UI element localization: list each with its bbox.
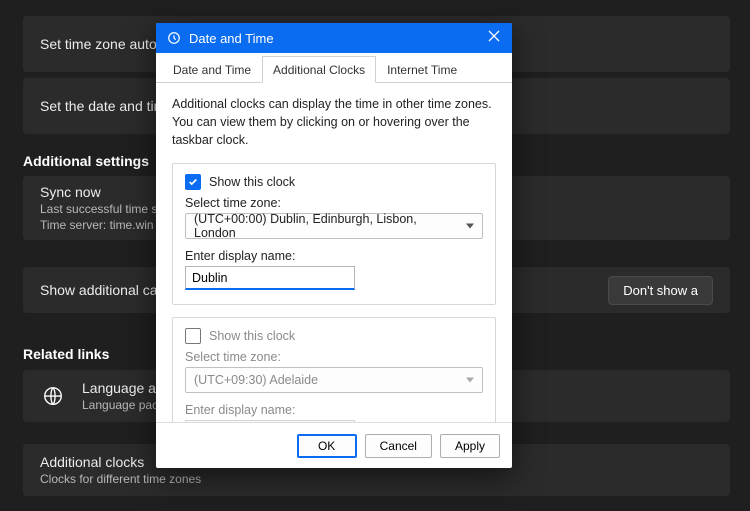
select-value: (UTC+09:30) Adelaide	[194, 373, 318, 387]
clock-1-timezone-select[interactable]: (UTC+00:00) Dublin, Edinburgh, Lisbon, L…	[185, 213, 483, 239]
checkbox-label: Show this clock	[209, 329, 295, 343]
clock-2-show-checkbox[interactable]: Show this clock	[185, 328, 483, 344]
dialog-title: Date and Time	[189, 31, 476, 46]
clock-1-tz-label: Select time zone:	[185, 196, 483, 210]
dialog-tabs: Date and Time Additional Clocks Internet…	[156, 53, 512, 83]
close-icon	[488, 29, 500, 47]
show-calendars-toggle[interactable]: Don't show a	[608, 276, 713, 305]
close-button[interactable]	[476, 23, 512, 53]
clock-1-name-input[interactable]	[185, 266, 355, 290]
sync-title: Sync now	[40, 184, 157, 200]
dialog-description: Additional clocks can display the time i…	[172, 95, 496, 149]
clock-1-name-label: Enter display name:	[185, 249, 483, 263]
dialog-body: Additional clocks can display the time i…	[156, 83, 512, 422]
tab-internet-time[interactable]: Internet Time	[376, 56, 468, 83]
clock-1-group: Show this clock Select time zone: (UTC+0…	[172, 163, 496, 305]
checkbox-icon	[185, 328, 201, 344]
clock-2-name-label: Enter display name:	[185, 403, 483, 417]
sync-subtitle-2: Time server: time.win	[40, 218, 157, 232]
section-related-links: Related links	[23, 346, 109, 362]
clock-2-tz-label: Select time zone:	[185, 350, 483, 364]
setting-label: Set the date and time	[40, 98, 173, 114]
clock-1-show-checkbox[interactable]: Show this clock	[185, 174, 483, 190]
section-additional-settings: Additional settings	[23, 153, 149, 169]
related-link-subtitle: Clocks for different time zones	[40, 472, 201, 486]
ok-button[interactable]: OK	[297, 434, 357, 458]
clock-icon	[166, 30, 182, 46]
tab-date-and-time[interactable]: Date and Time	[162, 56, 262, 83]
sync-subtitle-1: Last successful time s	[40, 202, 157, 216]
cancel-button[interactable]: Cancel	[365, 434, 432, 458]
checkbox-label: Show this clock	[209, 175, 295, 189]
select-value: (UTC+00:00) Dublin, Edinburgh, Lisbon, L…	[194, 212, 460, 240]
tab-additional-clocks[interactable]: Additional Clocks	[262, 56, 376, 83]
clock-2-group: Show this clock Select time zone: (UTC+0…	[172, 317, 496, 422]
apply-button[interactable]: Apply	[440, 434, 500, 458]
date-and-time-dialog: Date and Time Date and Time Additional C…	[156, 23, 512, 468]
setting-label: Show additional cale	[40, 282, 168, 298]
clock-2-timezone-select: (UTC+09:30) Adelaide	[185, 367, 483, 393]
checkbox-icon	[185, 174, 201, 190]
globe-icon	[40, 383, 66, 409]
dialog-footer: OK Cancel Apply	[156, 422, 512, 468]
dialog-titlebar[interactable]: Date and Time	[156, 23, 512, 53]
